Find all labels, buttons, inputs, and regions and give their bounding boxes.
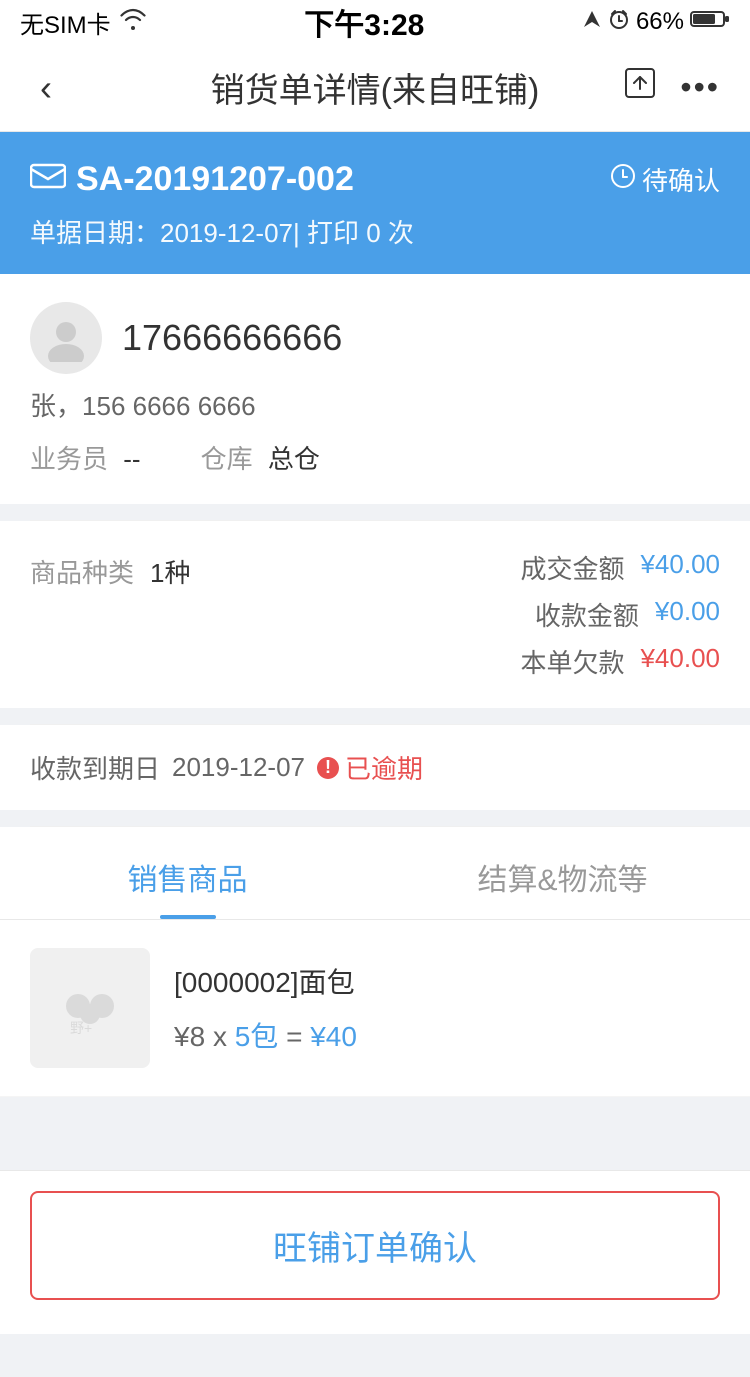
time-display: 下午3:28 xyxy=(304,0,424,44)
customer-name-info: 张，156 6666 6666 xyxy=(30,386,720,423)
confirm-order-button[interactable]: 旺铺订单确认 xyxy=(30,1191,720,1300)
more-icon[interactable]: ••• xyxy=(680,69,720,106)
collection-row: 收款金额 ¥0.00 xyxy=(535,596,720,633)
customer-card: 17666666666 张，156 6666 6666 业务员 -- 仓库 总仓 xyxy=(0,274,750,504)
warehouse-info: 仓库 总仓 xyxy=(201,439,320,476)
order-id: SA-20191207-002 xyxy=(30,160,354,199)
location-arrow-icon xyxy=(582,8,602,36)
clock-icon xyxy=(610,163,636,196)
status-right: 66% xyxy=(582,8,730,37)
page-title: 销货单详情(来自旺铺) xyxy=(211,63,540,112)
customer-meta: 业务员 -- 仓库 总仓 xyxy=(30,439,720,476)
customer-phone: 17666666666 xyxy=(122,317,342,359)
product-image: 野+ xyxy=(30,948,150,1068)
wifi-icon xyxy=(119,8,147,37)
product-name: [0000002]面包 xyxy=(174,961,720,1001)
salesperson-info: 业务员 -- xyxy=(30,439,141,476)
tab-sales[interactable]: 销售商品 xyxy=(0,827,375,919)
product-info: [0000002]面包 ¥8 x 5包 = ¥40 xyxy=(174,961,720,1055)
alarm-icon xyxy=(608,8,630,37)
transaction-row: 成交金额 ¥40.00 xyxy=(520,549,720,586)
svg-text:野+: 野+ xyxy=(70,1020,92,1036)
tabs-container: 销售商品 结算&物流等 xyxy=(0,827,750,920)
tab-settlement[interactable]: 结算&物流等 xyxy=(375,827,750,919)
status-bar: 无SIM卡 下午3:28 66% xyxy=(0,0,750,44)
order-icon xyxy=(30,160,66,199)
bottom-button-container: 旺铺订单确认 xyxy=(0,1170,750,1334)
battery-text: 66% xyxy=(636,8,684,36)
order-status: 待确认 xyxy=(610,161,720,198)
debt-row: 本单欠款 ¥40.00 xyxy=(520,643,720,680)
summary-card: 商品种类 1种 成交金额 ¥40.00 收款金额 ¥0.00 本单欠款 ¥40.… xyxy=(0,521,750,708)
nav-bar: ‹ 销货单详情(来自旺铺) ••• xyxy=(0,44,750,132)
order-date: 单据日期：2019-12-07| 打印 0 次 xyxy=(30,213,720,250)
carrier-text: 无SIM卡 xyxy=(20,5,111,40)
overdue-icon: ! xyxy=(317,757,339,779)
battery-icon xyxy=(690,8,730,36)
category-info: 商品种类 1种 xyxy=(30,549,190,590)
overdue-badge: ! 已逾期 xyxy=(317,749,423,786)
due-date-card: 收款到期日 2019-12-07 ! 已逾期 xyxy=(0,725,750,810)
order-header: SA-20191207-002 待确认 单据日期：2019-12-07| 打印 … xyxy=(0,132,750,274)
amount-info: 成交金额 ¥40.00 收款金额 ¥0.00 本单欠款 ¥40.00 xyxy=(520,549,720,680)
product-price: ¥8 x 5包 = ¥40 xyxy=(174,1015,720,1055)
status-left: 无SIM卡 xyxy=(20,5,147,40)
avatar xyxy=(30,302,102,374)
tabs: 销售商品 结算&物流等 xyxy=(0,827,750,920)
nav-actions: ••• xyxy=(624,67,720,108)
share-icon[interactable] xyxy=(624,67,656,108)
product-list: 野+ [0000002]面包 ¥8 x 5包 = ¥40 xyxy=(0,920,750,1097)
back-button[interactable]: ‹ xyxy=(30,57,62,119)
product-item: 野+ [0000002]面包 ¥8 x 5包 = ¥40 xyxy=(0,920,750,1097)
